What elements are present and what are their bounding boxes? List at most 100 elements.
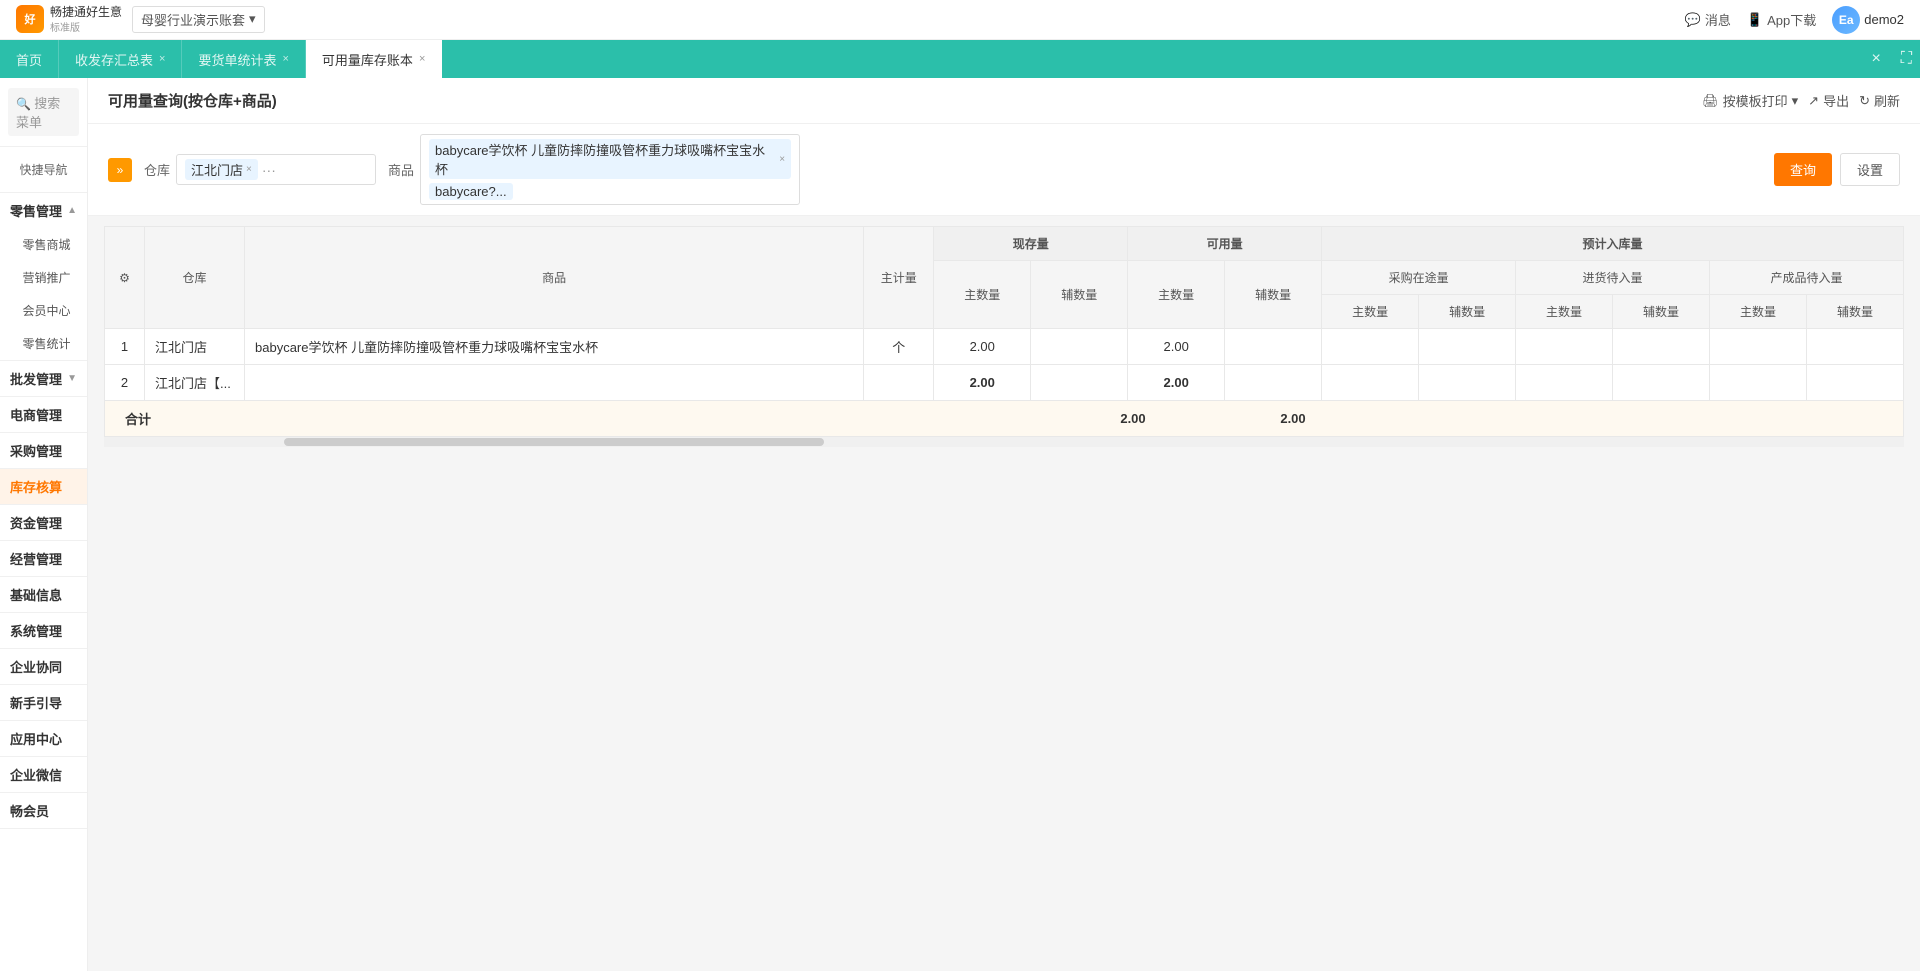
warehouse-input-box[interactable]: 江北门店 × ··· xyxy=(176,154,376,185)
page-title: 可用量查询(按仓库+商品) xyxy=(108,90,277,123)
tab-home[interactable]: 首页 xyxy=(0,40,59,78)
sidebar-section-weixin-header[interactable]: 企业微信 xyxy=(0,757,87,792)
product-input-box[interactable]: babycare学饮杯 儿童防摔防撞吸管杯重力球吸嘴杯宝宝水杯 × babyca… xyxy=(420,134,800,205)
scrollbar-thumb[interactable] xyxy=(284,438,824,446)
production-header: 产成品待入量 xyxy=(1710,261,1904,295)
sidebar-section-enterprise-header[interactable]: 企业协同 xyxy=(0,649,87,684)
industry-label: 母婴行业演示账套 xyxy=(141,10,245,29)
row-1-unit: 个 xyxy=(864,329,934,365)
row-1-current-main: 2.00 xyxy=(934,329,1031,365)
sidebar-item-marketing[interactable]: 营销推广 xyxy=(0,261,87,294)
refresh-btn[interactable]: ↻ 刷新 xyxy=(1859,91,1900,110)
print-template-btn[interactable]: 🖨 按模板打印 ▾ xyxy=(1702,91,1798,110)
sidebar: 🔍 搜索菜单 快捷导航 零售管理 ▲ 零售商城 营销推广 会员中心 零售统计 批… xyxy=(0,78,88,971)
sidebar-nav: 快捷导航 xyxy=(0,147,87,193)
tab-receive-send[interactable]: 收发存汇总表 × xyxy=(59,40,182,78)
tab-receive-send-close[interactable]: × xyxy=(159,54,165,65)
sidebar-item-member-center[interactable]: 会员中心 xyxy=(0,294,87,327)
row-2-product xyxy=(245,365,864,401)
sidebar-item-retail-stat[interactable]: 零售统计 xyxy=(0,327,87,360)
current-aux-header: 辅数量 xyxy=(1031,261,1128,329)
data-table: ⚙ 仓库 商品 主计量 现存量 可用量 预计入库量 主数量 辅数量 主数量 辅数… xyxy=(104,226,1904,401)
download-icon: 📱 xyxy=(1747,12,1763,28)
sidebar-section-operation-header[interactable]: 经营管理 xyxy=(0,541,87,576)
sidebar-section-ecommerce-label: 电商管理 xyxy=(10,405,62,424)
sidebar-section-finance-header[interactable]: 资金管理 xyxy=(0,505,87,540)
username-label: demo2 xyxy=(1864,12,1904,27)
product-tag-2[interactable]: babycare?... xyxy=(429,183,513,200)
sidebar-section-finance-label: 资金管理 xyxy=(10,513,62,532)
table-row: 2 江北门店【... 2.00 2.00 xyxy=(105,365,1904,401)
sidebar-item-retail-mall[interactable]: 零售商城 xyxy=(0,228,87,261)
tab-order-stat[interactable]: 要货单统计表 × xyxy=(182,40,305,78)
row-1-inc-aux xyxy=(1613,329,1710,365)
tab-available-stock[interactable]: 可用量库存账本 × xyxy=(306,40,442,78)
row-1-available-aux xyxy=(1225,329,1322,365)
planned-in-header: 预计入库量 xyxy=(1322,227,1904,261)
sidebar-section-basic-info: 基础信息 xyxy=(0,577,87,613)
settings-btn[interactable]: 设置 xyxy=(1840,153,1900,186)
message-icon: 💬 xyxy=(1685,12,1701,28)
row-1-pt-aux xyxy=(1419,329,1516,365)
sidebar-section-basic-info-header[interactable]: 基础信息 xyxy=(0,577,87,612)
main-layout: 🔍 搜索菜单 快捷导航 零售管理 ▲ 零售商城 营销推广 会员中心 零售统计 批… xyxy=(0,78,1920,971)
sidebar-section-newbie-label: 新手引导 xyxy=(10,693,62,712)
sidebar-section-ecommerce-header[interactable]: 电商管理 xyxy=(0,397,87,432)
prod-aux-header: 辅数量 xyxy=(1806,295,1903,329)
incoming-header: 进货待入量 xyxy=(1516,261,1710,295)
user-area[interactable]: Ea demo2 xyxy=(1832,6,1904,34)
sidebar-section-retail-label: 零售管理 xyxy=(10,201,62,220)
gear-header[interactable]: ⚙ xyxy=(105,227,145,329)
current-stock-header: 现存量 xyxy=(934,227,1128,261)
avatar: Ea xyxy=(1832,6,1860,34)
sidebar-section-purchase-header[interactable]: 采购管理 xyxy=(0,433,87,468)
warehouse-filter-group: 仓库 江北门店 × ··· xyxy=(144,154,376,185)
sidebar-section-retail-header[interactable]: 零售管理 ▲ xyxy=(0,193,87,228)
chevron-down-icon: ▾ xyxy=(249,11,256,27)
row-2-available-main: 2.00 xyxy=(1128,365,1225,401)
product-tag-1[interactable]: babycare学饮杯 儿童防摔防撞吸管杯重力球吸嘴杯宝宝水杯 × xyxy=(429,139,791,179)
footer-label: 合计 xyxy=(115,409,275,428)
nav-tabs: 首页 收发存汇总表 × 要货单统计表 × 可用量库存账本 × × ⛶ xyxy=(0,40,1920,78)
page-header-actions: 🖨 按模板打印 ▾ ↗ 导出 ↻ 刷新 xyxy=(1702,91,1900,122)
sidebar-section-operation: 经营管理 xyxy=(0,541,87,577)
row-2-warehouse: 江北门店【... xyxy=(145,365,245,401)
sidebar-section-wholesale: 批发管理 ▼ xyxy=(0,361,87,397)
export-btn[interactable]: ↗ 导出 xyxy=(1808,91,1849,110)
filter-expand-btn[interactable]: » xyxy=(108,158,132,182)
sidebar-section-vip-header[interactable]: 畅会员 xyxy=(0,793,87,828)
sidebar-section-inventory: 库存核算 xyxy=(0,469,87,505)
filter-actions: 查询 设置 xyxy=(1774,153,1900,186)
sidebar-section-enterprise: 企业协同 xyxy=(0,649,87,685)
app-download-btn[interactable]: 📱 App下载 xyxy=(1747,10,1816,29)
product-tag-1-close[interactable]: × xyxy=(779,154,785,165)
sidebar-section-vip: 畅会员 xyxy=(0,793,87,829)
nav-expand-btn[interactable]: ⛶ xyxy=(1893,40,1920,78)
tab-available-stock-close[interactable]: × xyxy=(419,54,425,65)
industry-select[interactable]: 母婴行业演示账套 ▾ xyxy=(132,6,265,33)
message-btn[interactable]: 💬 消息 xyxy=(1685,10,1731,29)
row-2-inc-aux xyxy=(1613,365,1710,401)
sidebar-section-app-center-header[interactable]: 应用中心 xyxy=(0,721,87,756)
table-footer: 合计 2.00 2.00 xyxy=(104,401,1904,437)
warehouse-tag-1[interactable]: 江北门店 × xyxy=(185,159,258,180)
sidebar-search-btn[interactable]: 🔍 搜索菜单 xyxy=(8,88,79,136)
tab-order-stat-close[interactable]: × xyxy=(282,54,288,65)
horizontal-scrollbar[interactable] xyxy=(104,437,1904,447)
sidebar-section-wholesale-header[interactable]: 批发管理 ▼ xyxy=(0,361,87,396)
sidebar-section-system-header[interactable]: 系统管理 xyxy=(0,613,87,648)
refresh-icon: ↻ xyxy=(1859,93,1870,109)
sidebar-search: 🔍 搜索菜单 xyxy=(0,78,87,147)
warehouse-tag-1-close[interactable]: × xyxy=(246,164,252,175)
tab-home-label: 首页 xyxy=(16,50,42,69)
available-main-header: 主数量 xyxy=(1128,261,1225,329)
nav-close-all-btn[interactable]: × xyxy=(1859,40,1892,78)
inc-aux-header: 辅数量 xyxy=(1613,295,1710,329)
query-btn[interactable]: 查询 xyxy=(1774,153,1832,186)
chevron-down-icon-wholesale: ▼ xyxy=(67,373,77,384)
sidebar-section-inventory-header[interactable]: 库存核算 xyxy=(0,469,87,504)
sidebar-item-quick-nav[interactable]: 快捷导航 xyxy=(0,153,87,186)
export-icon: ↗ xyxy=(1808,93,1819,109)
row-2-current-aux xyxy=(1031,365,1128,401)
sidebar-section-newbie-header[interactable]: 新手引导 xyxy=(0,685,87,720)
